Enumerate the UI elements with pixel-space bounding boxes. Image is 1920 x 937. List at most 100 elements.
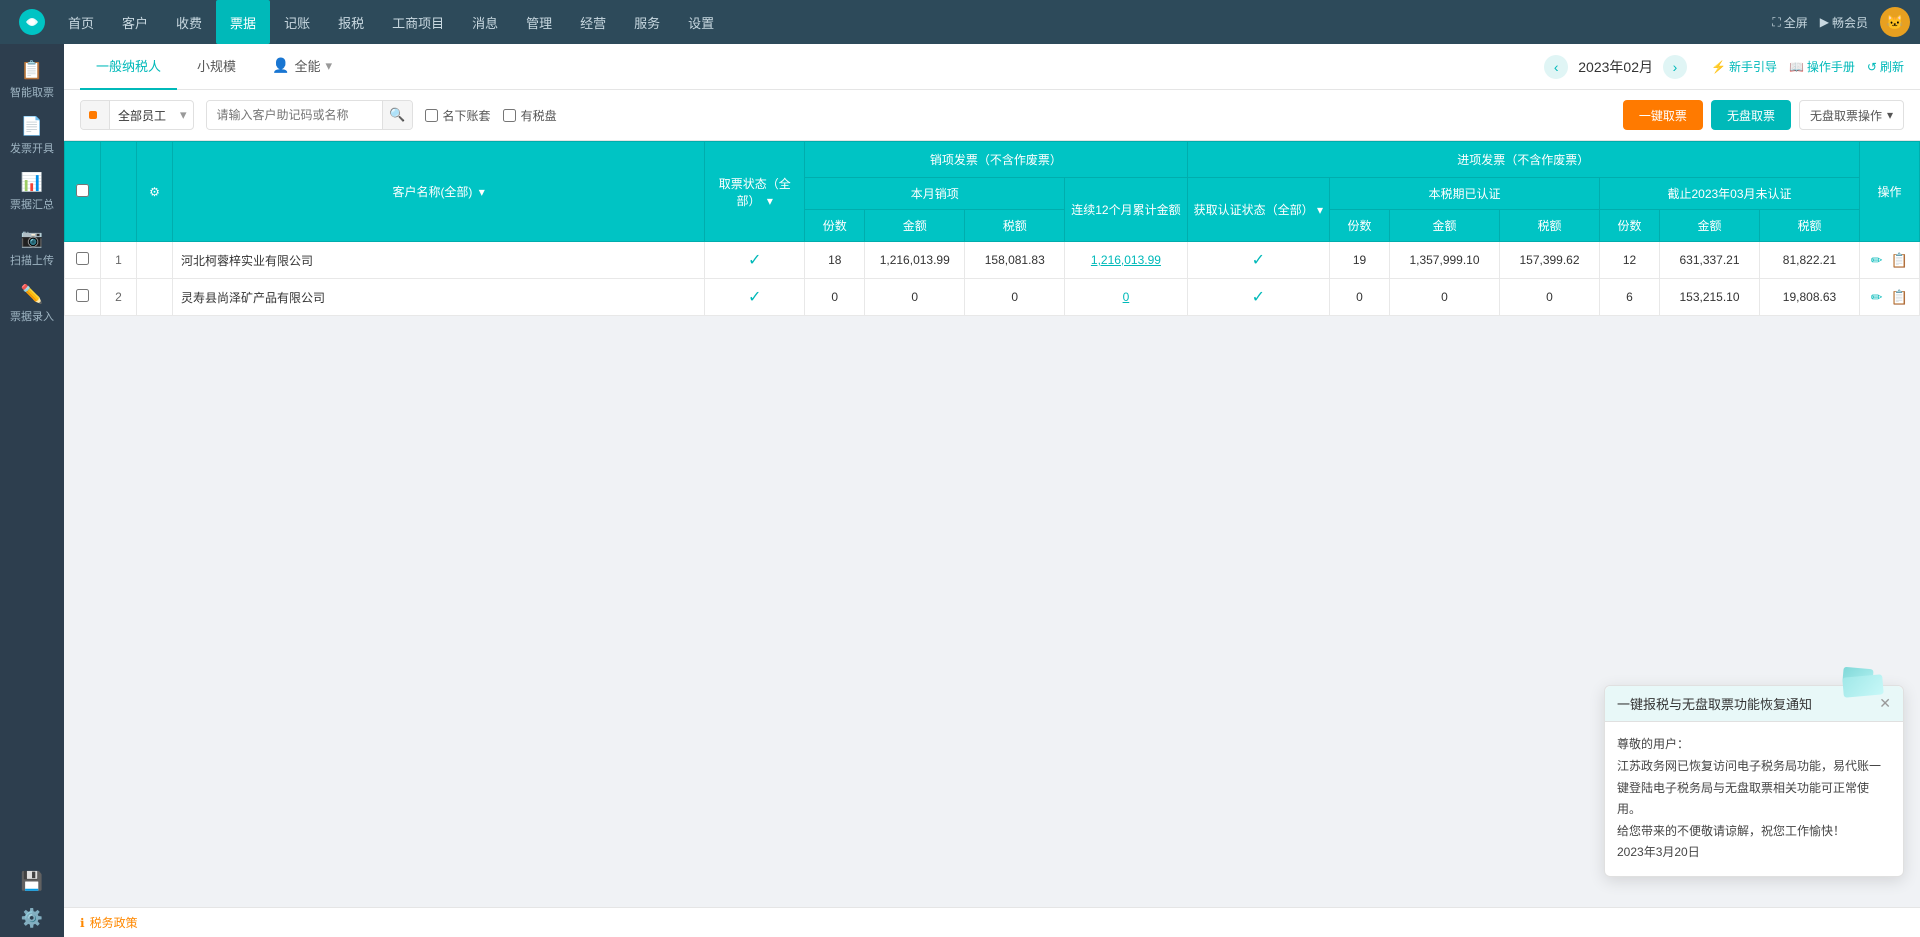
- fullscreen-icon: ⛶: [1772, 15, 1780, 30]
- sidebar-item-invoice-issue[interactable]: 📄 发票开具: [0, 108, 64, 164]
- nav-billing[interactable]: 收费: [162, 0, 216, 44]
- th-operations: 操作: [1860, 142, 1920, 242]
- row2-cert-tax: 0: [1500, 279, 1600, 316]
- manual-button[interactable]: 📖 操作手册: [1789, 58, 1855, 75]
- row1-cumulative[interactable]: 1,216,013.99: [1065, 242, 1187, 279]
- notification-title: 一键报税与无盘取票功能恢复通知: [1617, 694, 1812, 713]
- row2-operations: ✏ 📋: [1860, 279, 1920, 316]
- manual-icon: 📖: [1789, 60, 1804, 74]
- nav-home[interactable]: 首页: [54, 0, 108, 44]
- sidebar-item-scan-upload[interactable]: 📷 扫描上传: [0, 220, 64, 276]
- table-row: 1 河北柯蓉梓实业有限公司 ✓ 18 1,216,013.99 158,081.…: [65, 242, 1920, 279]
- nav-management[interactable]: 管理: [512, 0, 566, 44]
- nav-customers[interactable]: 客户: [108, 0, 162, 44]
- th-uncert-count: 份数: [1600, 210, 1660, 242]
- row2-monthly-tax: 0: [965, 279, 1065, 316]
- th-sales-tax: 税额: [965, 210, 1065, 242]
- th-uncert-amount: 金额: [1660, 210, 1760, 242]
- status-info-icon: ℹ: [80, 916, 85, 930]
- nav-operations[interactable]: 经营: [566, 0, 620, 44]
- sidebar-item-invoice-summary[interactable]: 📊 票据汇总: [0, 164, 64, 220]
- nav-services[interactable]: 服务: [620, 0, 674, 44]
- employee-select-label: [81, 101, 110, 129]
- tax-policy-link[interactable]: 税务政策: [90, 914, 138, 931]
- notification-body: 尊敬的用户： 江苏政务网已恢复访问电子税务局功能，易代账一键登陆电子税务局与无盘…: [1605, 722, 1903, 876]
- th-checkbox: [65, 142, 101, 242]
- nav-business[interactable]: 工商项目: [378, 0, 458, 44]
- no-device-ops-dropdown[interactable]: 无盘取票操作 ▾: [1799, 100, 1904, 130]
- nav-messages[interactable]: 消息: [458, 0, 512, 44]
- nav-accounting[interactable]: 记账: [270, 0, 324, 44]
- all-tab-icon: 👤: [272, 57, 289, 74]
- fullscreen-button[interactable]: ⛶ 全屏: [1772, 14, 1807, 31]
- th-sales-amount: 金额: [865, 210, 965, 242]
- notification-close-button[interactable]: ✕: [1879, 695, 1891, 712]
- th-cumulative: 连续12个月累计金额: [1065, 178, 1187, 242]
- month-navigation: ‹ 2023年02月 ›: [1544, 55, 1687, 79]
- filter-icon[interactable]: ▾: [479, 185, 485, 199]
- invoice-table-container: ⚙ 客户名称(全部) ▾ 取票状态（全部） ▾ 销项发票（不含作废票） 进项发票…: [64, 141, 1920, 316]
- th-customer-name: 客户名称(全部) ▾: [173, 142, 705, 242]
- row2-cert-count: 0: [1330, 279, 1390, 316]
- new-guide-icon: ⚡: [1711, 60, 1726, 74]
- current-month: 2023年02月: [1578, 57, 1653, 77]
- tab-all[interactable]: 👤 全能 ▾: [256, 44, 348, 90]
- employee-select-dropdown[interactable]: 全部员工 ▾: [80, 100, 194, 130]
- cert-filter-icon[interactable]: ▾: [1317, 203, 1323, 217]
- tab-action-buttons: ⚡ 新手引导 📖 操作手册 ↺ 刷新: [1711, 58, 1904, 75]
- refresh-icon: ↺: [1867, 60, 1877, 74]
- row2-status: ✓: [705, 279, 805, 316]
- th-uncertified: 截止2023年03月未认证: [1600, 178, 1860, 210]
- no-device-fetch-button[interactable]: 无盘取票: [1711, 100, 1791, 130]
- nav-tax[interactable]: 报税: [324, 0, 378, 44]
- sidebar-item-invoice-entry[interactable]: ✏️ 票据录入: [0, 276, 64, 332]
- th-cert-tax: 税额: [1500, 210, 1600, 242]
- tax-device-filter-checkbox[interactable]: 有税盘: [503, 107, 557, 124]
- row1-cert-count: 19: [1330, 242, 1390, 279]
- sidebar-item-download[interactable]: 💾: [21, 863, 43, 900]
- row1-cert-status: ✓: [1187, 242, 1329, 279]
- customer-search-input[interactable]: [207, 101, 382, 129]
- search-submit-button[interactable]: 🔍: [382, 101, 412, 129]
- one-click-fetch-button[interactable]: 一键取票: [1623, 100, 1703, 130]
- sidebar-item-help[interactable]: ⚙️: [21, 900, 43, 937]
- tab-small-scale[interactable]: 小规模: [181, 44, 252, 90]
- row1-copy-icon[interactable]: 📋: [1891, 252, 1908, 268]
- notif-decoration-1: [1842, 675, 1884, 698]
- nav-invoices[interactable]: 票据: [216, 0, 270, 44]
- user-avatar[interactable]: 🐱: [1880, 7, 1910, 37]
- nav-settings[interactable]: 设置: [674, 0, 728, 44]
- row2-checkbox[interactable]: [65, 279, 101, 316]
- row1-monthly-amount: 1,216,013.99: [865, 242, 965, 279]
- row2-edit-icon[interactable]: ✏: [1871, 289, 1883, 305]
- row2-copy-icon[interactable]: 📋: [1891, 289, 1908, 305]
- notification-panel: 一键报税与无盘取票功能恢复通知 ✕ 尊敬的用户： 江苏政务网已恢复访问电子税务局…: [1604, 685, 1904, 877]
- tab-general-taxpayer[interactable]: 一般纳税人: [80, 44, 177, 90]
- th-cert-amount: 金额: [1390, 210, 1500, 242]
- account-filter-input[interactable]: [425, 109, 438, 122]
- invoice-entry-icon: ✏️: [21, 284, 43, 305]
- row2-customer: 灵寿县尚泽矿产品有限公司: [173, 279, 705, 316]
- status-bar: ℹ 税务政策: [64, 907, 1920, 937]
- status-filter-icon[interactable]: ▾: [767, 194, 773, 208]
- row2-cert-check-icon: ✓: [1252, 289, 1265, 306]
- row2-uncert-tax: 19,808.63: [1760, 279, 1860, 316]
- tax-device-filter-input[interactable]: [503, 109, 516, 122]
- refresh-button[interactable]: ↺ 刷新: [1867, 58, 1904, 75]
- th-cert-count: 份数: [1330, 210, 1390, 242]
- account-filter-checkbox[interactable]: 名下账套: [425, 107, 491, 124]
- select-all-checkbox[interactable]: [76, 184, 89, 197]
- membership-button[interactable]: ▶ 畅会员: [1820, 14, 1868, 31]
- row1-settings: [137, 242, 173, 279]
- th-ticket-status: 取票状态（全部） ▾: [705, 142, 805, 242]
- row2-cumulative[interactable]: 0: [1065, 279, 1187, 316]
- row1-checkbox[interactable]: [65, 242, 101, 279]
- settings-gear-icon[interactable]: ⚙: [149, 185, 160, 199]
- row1-edit-icon[interactable]: ✏: [1871, 252, 1883, 268]
- next-month-button[interactable]: ›: [1663, 55, 1687, 79]
- th-sales-count: 份数: [805, 210, 865, 242]
- scan-upload-icon: 📷: [21, 228, 43, 249]
- prev-month-button[interactable]: ‹: [1544, 55, 1568, 79]
- new-guide-button[interactable]: ⚡ 新手引导: [1711, 58, 1777, 75]
- sidebar-item-smart-fetch[interactable]: 📋 智能取票: [0, 52, 64, 108]
